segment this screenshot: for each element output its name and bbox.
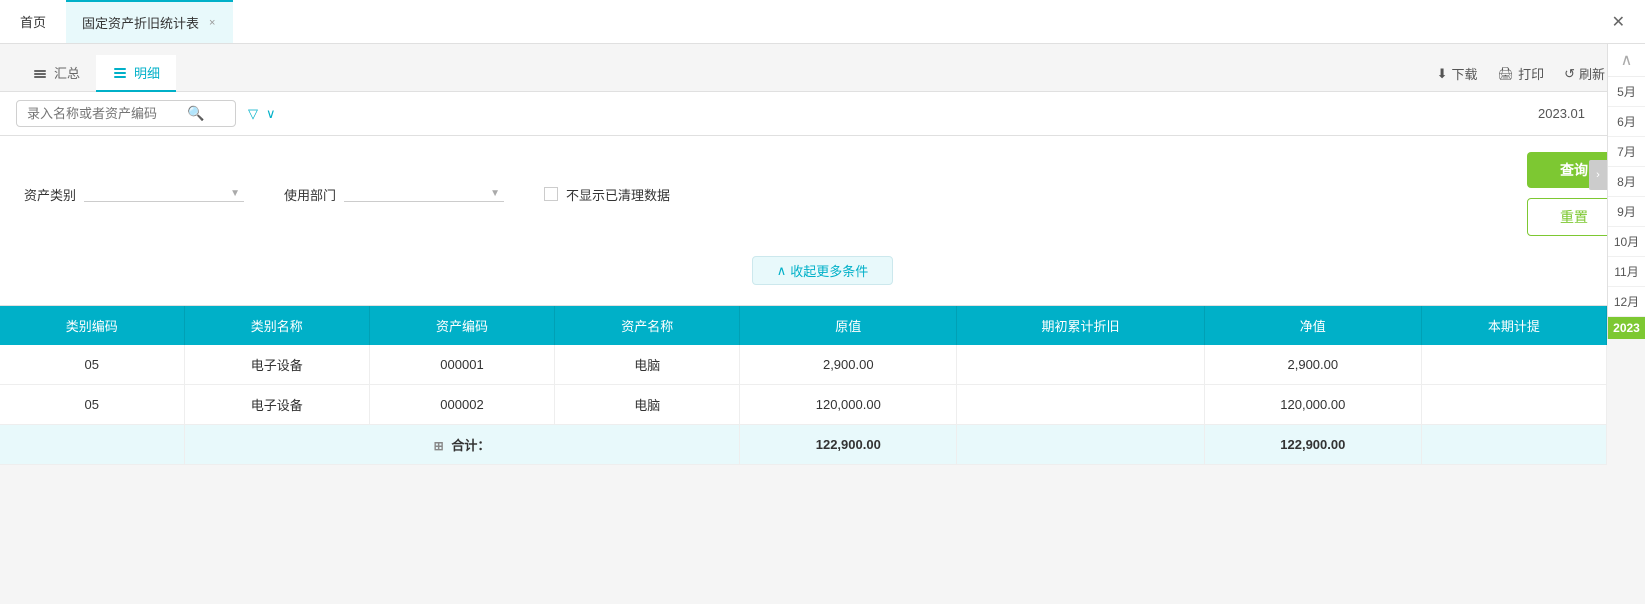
table-header: 类别编码 类别名称 资产编码 资产名称 原值 期初累计折旧 净值 本期计提: [0, 306, 1607, 345]
asset-category-label: 资产类别: [24, 185, 76, 204]
month-item-6[interactable]: 6月: [1608, 107, 1645, 137]
detail-icon: [112, 65, 128, 81]
cell-asset-name-1: 电脑: [555, 345, 740, 385]
refresh-label: 刷新: [1579, 64, 1605, 83]
asset-category-arrow-icon: ▼: [230, 188, 240, 199]
year-badge: 2023: [1608, 317, 1645, 339]
refresh-icon: ↺: [1564, 66, 1575, 82]
month-item-7[interactable]: 7月: [1608, 137, 1645, 167]
print-button[interactable]: 🖨 打印: [1498, 64, 1545, 83]
summary-net-value: 122,900.00: [1204, 425, 1421, 465]
filter-icon: ▽: [248, 106, 258, 122]
summary-row: ⊞ 合计： 122,900.00 122,900.00: [0, 425, 1607, 465]
summary-label: 合计：: [451, 438, 490, 453]
no-cleared-checkbox[interactable]: [544, 187, 558, 201]
col-header-category-code: 类别编码: [0, 306, 184, 345]
table-body: 05 电子设备 000001 电脑 2,900.00 2,900.00 05 电…: [0, 345, 1607, 465]
table-row: 05 电子设备 000001 电脑 2,900.00 2,900.00: [0, 345, 1607, 385]
table-row: 05 电子设备 000002 电脑 120,000.00 120,000.00: [0, 385, 1607, 425]
department-field: 使用部门 ▼: [284, 185, 504, 204]
col-header-net-value: 净值: [1204, 306, 1421, 345]
month-item-5[interactable]: 5月: [1608, 77, 1645, 107]
summary-label-cell: ⊞ 合计：: [184, 425, 740, 465]
nav-home[interactable]: 首页: [0, 0, 66, 43]
month-nav-up-button[interactable]: ∧: [1608, 44, 1645, 77]
summary-icon: [32, 65, 48, 81]
window-close-button[interactable]: ✕: [1612, 12, 1625, 32]
download-button[interactable]: ⬇ 下载: [1437, 64, 1478, 83]
cell-current-provision-2: [1421, 385, 1606, 425]
collapse-bar: ∧ 收起更多条件: [24, 248, 1621, 289]
chevron-down-icon: ∨: [266, 106, 276, 122]
col-header-asset-code: 资产编码: [369, 306, 554, 345]
nav-tab-close-icon[interactable]: ×: [207, 15, 217, 31]
tab-summary[interactable]: 汇总: [16, 55, 96, 92]
month-item-10[interactable]: 10月: [1608, 227, 1645, 257]
cell-cumulative-depr-1: [957, 345, 1205, 385]
cell-net-value-1: 2,900.00: [1204, 345, 1421, 385]
more-conditions-button[interactable]: ▽ ∨: [248, 106, 276, 122]
col-header-asset-name: 资产名称: [555, 306, 740, 345]
col-header-cumulative-depr: 期初累计折旧: [957, 306, 1205, 345]
toolbar-tabs: 汇总 明细 ⬇ 下载 🖨 打印 ↺ 刷新: [0, 44, 1645, 92]
cell-cumulative-depr-2: [957, 385, 1205, 425]
table-container: 类别编码 类别名称 资产编码 资产名称 原值 期初累计折旧 净值 本期计提 05…: [0, 306, 1607, 465]
department-select[interactable]: ▼: [344, 186, 504, 202]
asset-category-field: 资产类别 ▼: [24, 185, 244, 204]
department-arrow-icon: ▼: [490, 188, 500, 199]
cell-asset-code-2: 000002: [369, 385, 554, 425]
collapse-label: 收起更多条件: [790, 261, 868, 280]
nav-tab-label: 固定资产折旧统计表: [82, 13, 199, 32]
search-input[interactable]: [27, 106, 187, 121]
filter-row-1: 资产类别 ▼ 使用部门 ▼ 不显示已清理数据 查询 重置: [24, 152, 1621, 236]
col-header-current-provision: 本期计提: [1421, 306, 1606, 345]
col-header-category-name: 类别名称: [184, 306, 369, 345]
month-item-8[interactable]: 8月: [1608, 167, 1645, 197]
cell-category-code-1: 05: [0, 345, 184, 385]
download-icon: ⬇: [1437, 66, 1448, 82]
sidebar-expand-arrow[interactable]: ›: [1589, 160, 1607, 190]
download-label: 下载: [1452, 64, 1478, 83]
tab-detail-label: 明细: [134, 63, 160, 82]
cell-current-provision-1: [1421, 345, 1606, 385]
search-input-wrapper[interactable]: 🔍: [16, 100, 236, 127]
month-item-11[interactable]: 11月: [1608, 257, 1645, 287]
collapse-up-icon: ∧: [777, 263, 787, 279]
no-cleared-label: 不显示已清理数据: [566, 185, 670, 204]
tab-summary-label: 汇总: [54, 63, 80, 82]
toolbar-actions: ⬇ 下载 🖨 打印 ↺ 刷新: [1437, 64, 1605, 83]
cell-asset-code-1: 000001: [369, 345, 554, 385]
top-nav: 首页 固定资产折旧统计表 × ✕: [0, 0, 1645, 44]
summary-original-value: 122,900.00: [740, 425, 957, 465]
no-cleared-checkbox-row: 不显示已清理数据: [544, 185, 670, 204]
data-table: 类别编码 类别名称 资产编码 资产名称 原值 期初累计折旧 净值 本期计提 05…: [0, 306, 1607, 465]
summary-current-provision: [1421, 425, 1606, 465]
search-icon: 🔍: [187, 105, 204, 122]
summary-cumulative-depr: [957, 425, 1205, 465]
cell-net-value-2: 120,000.00: [1204, 385, 1421, 425]
asset-category-select[interactable]: ▼: [84, 186, 244, 202]
print-label: 打印: [1518, 64, 1544, 83]
month-item-9[interactable]: 9月: [1608, 197, 1645, 227]
cell-asset-name-2: 电脑: [555, 385, 740, 425]
print-icon: 🖨: [1498, 66, 1515, 82]
summary-icon-cell: [0, 425, 184, 465]
col-header-original-value: 原值: [740, 306, 957, 345]
cell-category-name-1: 电子设备: [184, 345, 369, 385]
summary-icon: ⊞: [434, 439, 444, 453]
department-label: 使用部门: [284, 185, 336, 204]
month-item-12[interactable]: 12月: [1608, 287, 1645, 317]
nav-tab-active[interactable]: 固定资产折旧统计表 ×: [66, 0, 233, 43]
filter-panel: 资产类别 ▼ 使用部门 ▼ 不显示已清理数据 查询 重置 ∧ 收起更多条件: [0, 136, 1645, 306]
cell-category-name-2: 电子设备: [184, 385, 369, 425]
collapse-button[interactable]: ∧ 收起更多条件: [752, 256, 894, 285]
cell-original-value-2: 120,000.00: [740, 385, 957, 425]
month-sidebar: ∧ 5月 6月 7月 8月 9月 10月 11月 12月 2023: [1607, 44, 1645, 339]
cell-category-code-2: 05: [0, 385, 184, 425]
tab-detail[interactable]: 明细: [96, 55, 176, 92]
cell-original-value-1: 2,900.00: [740, 345, 957, 385]
refresh-button[interactable]: ↺ 刷新: [1564, 64, 1605, 83]
search-bar: 🔍 ▽ ∨ 2023.01: [0, 92, 1645, 136]
date-label: 2023.01: [1538, 106, 1585, 121]
